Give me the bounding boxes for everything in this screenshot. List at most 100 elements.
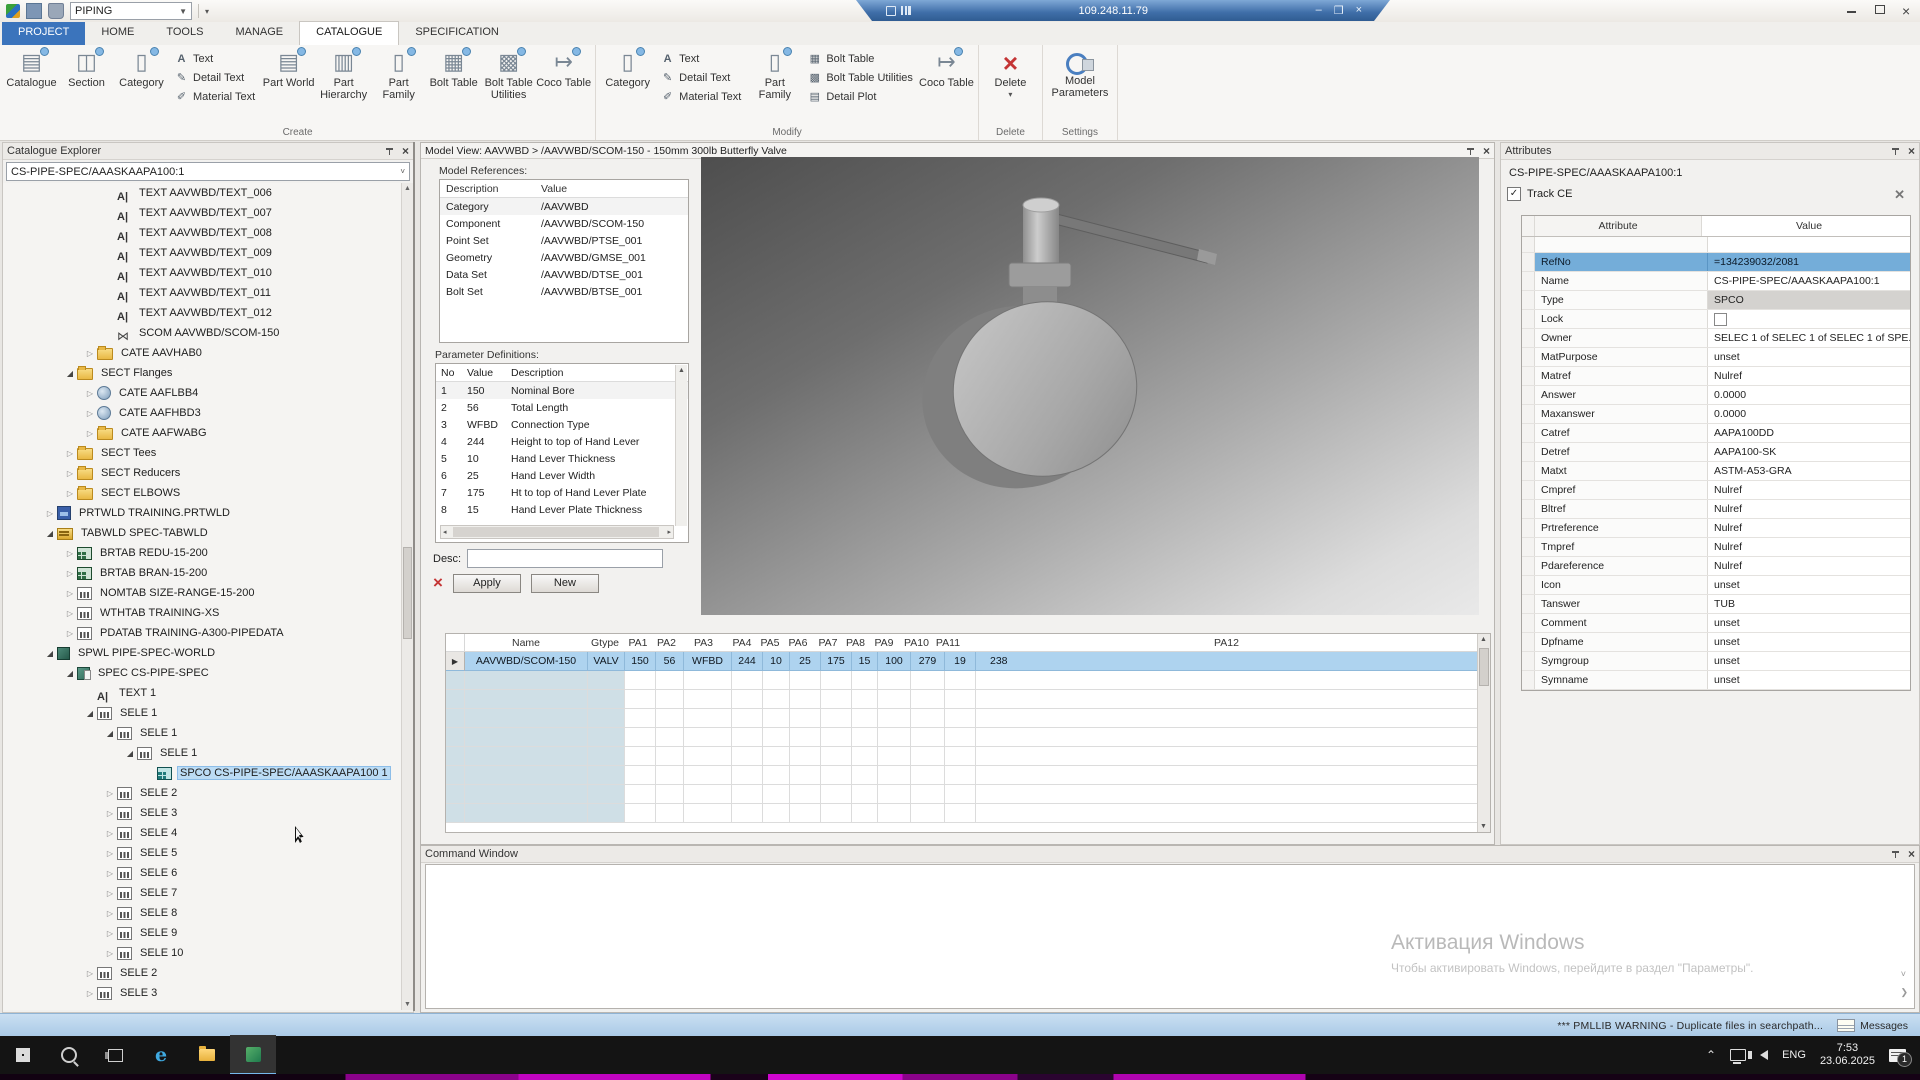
track-ce-checkbox[interactable]: ✓ Track CE — [1507, 187, 1572, 201]
grid-cell[interactable]: 150 — [625, 652, 656, 671]
expander-icon[interactable] — [83, 409, 97, 418]
scroll-up-icon[interactable]: ▲ — [1480, 636, 1487, 643]
expander-icon[interactable] — [103, 909, 117, 918]
restore-icon[interactable]: ❒ — [1334, 4, 1344, 17]
table-row[interactable]: 6 25 Hand Lever Width — [436, 467, 688, 484]
attribute-value[interactable]: unset — [1708, 348, 1910, 366]
ribbon-button[interactable]: Coco Table — [919, 47, 974, 123]
desc-input[interactable] — [467, 549, 664, 568]
attribute-value[interactable]: AAPA100DD — [1708, 424, 1910, 442]
table-row[interactable]: 5 10 Hand Lever Thickness — [436, 450, 688, 467]
tree-item[interactable]: SELE 8 — [3, 903, 401, 923]
command-input-area[interactable]: Активация Windows Чтобы активировать Win… — [425, 864, 1915, 1009]
grid-column-header[interactable]: PA11 — [933, 634, 963, 651]
attribute-row[interactable]: Symname unset — [1522, 671, 1910, 690]
tree-item[interactable]: PRTWLD TRAINING.PRTWLD — [3, 503, 401, 523]
edge-button[interactable]: e — [138, 1036, 184, 1074]
tree-item[interactable]: SELE 10 — [3, 943, 401, 963]
grid-column-header[interactable]: PA8 — [843, 634, 868, 651]
attribute-value[interactable]: unset — [1708, 633, 1910, 651]
clock[interactable]: 7:53 23.06.2025 — [1820, 1042, 1875, 1068]
expander-icon[interactable] — [63, 569, 77, 578]
pin-icon[interactable] — [385, 147, 394, 155]
attribute-row[interactable]: Maxanswer 0.0000 — [1522, 405, 1910, 424]
tree-item[interactable]: SPEC CS-PIPE-SPEC — [3, 663, 401, 683]
table-row[interactable]: 2 56 Total Length — [436, 399, 688, 416]
grid-column-header[interactable]: Name — [465, 634, 587, 651]
attribute-value[interactable]: Nulref — [1708, 557, 1910, 575]
expander-icon[interactable] — [103, 729, 117, 738]
attribute-value[interactable]: unset — [1708, 652, 1910, 670]
ribbon-tab[interactable]: HOME — [85, 22, 150, 45]
3d-viewport[interactable] — [701, 157, 1479, 615]
tree-item[interactable]: CATE AAFWABG — [3, 423, 401, 443]
attribute-row[interactable]: Matref Nulref — [1522, 367, 1910, 386]
tree-item[interactable]: BRTAB REDU-15-200 — [3, 543, 401, 563]
tree-item[interactable]: PDATAB TRAINING-A300-PIPEDATA — [3, 623, 401, 643]
grid-cell[interactable]: 56 — [656, 652, 684, 671]
grid-column-header[interactable]: PA1 — [623, 634, 653, 651]
vertical-scrollbar[interactable]: ▲ — [675, 365, 687, 526]
ribbon-button[interactable]: Category — [600, 47, 655, 123]
ribbon-small-button[interactable]: Detail Text — [661, 70, 741, 86]
tree-item[interactable]: TEXT AAVWBD/TEXT_011 — [3, 283, 401, 303]
scroll-down-icon[interactable]: ▼ — [404, 1001, 411, 1008]
task-view-button[interactable] — [92, 1036, 138, 1074]
apply-button[interactable]: Apply — [452, 573, 521, 593]
expander-icon[interactable] — [83, 429, 97, 438]
grid-cell[interactable]: WFBD — [684, 652, 732, 671]
ribbon-button[interactable]: Part Hierarchy — [316, 47, 371, 123]
attribute-row[interactable]: Detref AAPA100-SK — [1522, 443, 1910, 462]
attribute-value[interactable]: ASTM-A53-GRA — [1708, 462, 1910, 480]
expander-icon[interactable] — [103, 789, 117, 798]
ribbon-tab[interactable]: MANAGE — [219, 22, 299, 45]
tree-item[interactable]: SELE 3 — [3, 983, 401, 1003]
ribbon-button[interactable]: Bolt Table — [426, 47, 481, 123]
expander-icon[interactable] — [83, 349, 97, 358]
ribbon-tab[interactable]: PROJECT — [2, 22, 86, 45]
grid-cell[interactable]: 238 — [976, 652, 1490, 671]
ribbon-tab[interactable]: SPECIFICATION — [399, 22, 515, 45]
attribute-row[interactable]: Name CS-PIPE-SPEC/AAASKAAPA100:1 — [1522, 272, 1910, 291]
attribute-value[interactable] — [1708, 310, 1910, 328]
grid-cell[interactable]: 100 — [878, 652, 911, 671]
remote-connection-bar[interactable]: 109.248.11.79 – ❒ × — [856, 0, 1390, 21]
attribute-row[interactable]: Cmpref Nulref — [1522, 481, 1910, 500]
tree-item[interactable]: NOMTAB SIZE-RANGE-15-200 — [3, 583, 401, 603]
close-icon[interactable]: × — [1908, 848, 1915, 860]
model-parameters-button[interactable]: Model Parameters — [1047, 47, 1113, 123]
expander-icon[interactable] — [103, 949, 117, 958]
ribbon-button[interactable]: Catalogue — [4, 47, 59, 123]
tree-item[interactable]: CATE AAVHAB0 — [3, 343, 401, 363]
expander-icon[interactable] — [63, 469, 77, 478]
attribute-value[interactable]: TUB — [1708, 595, 1910, 613]
ribbon-small-button[interactable]: Bolt Table — [808, 51, 913, 67]
pin-icon[interactable] — [1891, 147, 1900, 155]
tree-item[interactable]: SECT Flanges — [3, 363, 401, 383]
expander-icon[interactable] — [83, 969, 97, 978]
grid-selected-row[interactable]: ▶ AAVWBD/SCOM-150 VALV 150 56 WFBD 244 1… — [446, 652, 1490, 671]
grid-cell[interactable]: 15 — [852, 652, 878, 671]
panel-splitter[interactable] — [413, 142, 415, 1011]
tree-item[interactable]: TEXT AAVWBD/TEXT_010 — [3, 263, 401, 283]
attribute-value[interactable]: unset — [1708, 614, 1910, 632]
expander-icon[interactable] — [83, 709, 97, 718]
attribute-row[interactable]: Lock — [1522, 310, 1910, 329]
expander-icon[interactable] — [63, 369, 77, 378]
pin-icon[interactable] — [886, 6, 896, 16]
grid-column-header[interactable]: PA6 — [783, 634, 813, 651]
grid-cell[interactable]: 279 — [911, 652, 945, 671]
table-row[interactable]: Geometry /AAVWBD/GMSE_001 — [440, 249, 688, 266]
grid-empty-row[interactable] — [446, 709, 1490, 728]
search-button[interactable] — [46, 1036, 92, 1074]
scroll-left-icon[interactable]: ◂ — [443, 528, 447, 536]
scrollbar-thumb[interactable] — [1479, 648, 1489, 686]
attribute-value[interactable]: CS-PIPE-SPEC/AAASKAAPA100:1 — [1708, 272, 1910, 290]
expander-icon[interactable] — [63, 629, 77, 638]
ribbon-small-button[interactable]: Bolt Table Utilities — [808, 70, 913, 86]
tree-item[interactable]: SELE 2 — [3, 783, 401, 803]
grid-column-header[interactable]: PA4 — [727, 634, 757, 651]
ribbon-small-button[interactable]: Material Text — [661, 89, 741, 105]
tree-item[interactable]: SELE 1 — [3, 743, 401, 763]
horizontal-scrollbar[interactable]: ◂ ▸ — [440, 525, 674, 539]
